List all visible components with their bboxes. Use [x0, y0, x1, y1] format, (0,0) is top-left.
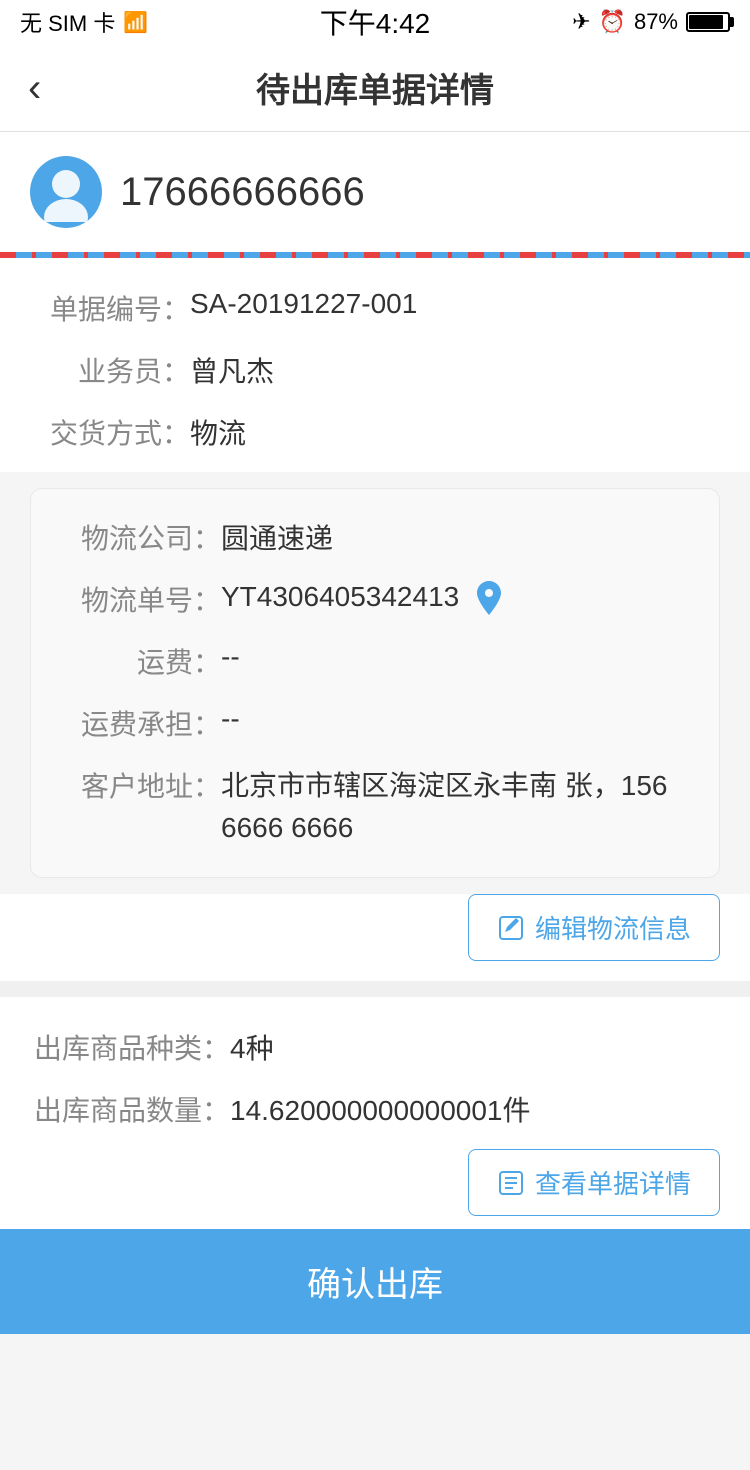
avatar: [30, 156, 102, 228]
goods-types-label: 出库商品种类：: [30, 1027, 230, 1067]
goods-quantity-value: 14.620000000000001件: [230, 1089, 720, 1129]
list-icon: [497, 1169, 525, 1197]
customer-phone: 17666666666: [120, 170, 365, 215]
delivery-value: 物流: [190, 412, 720, 452]
edit-logistics-label: 编辑物流信息: [535, 909, 691, 946]
edit-btn-container: 编辑物流信息: [0, 894, 750, 981]
tracking-number: YT4306405342413: [221, 581, 459, 613]
tracking-row: 物流单号： YT4306405342413: [61, 579, 689, 619]
edit-logistics-button[interactable]: 编辑物流信息: [468, 894, 720, 961]
confirm-btn-text: 确认出库: [307, 1266, 443, 1304]
document-number-value: SA-20191227-001: [190, 288, 720, 320]
document-number-label: 单据编号：: [30, 288, 190, 328]
customer-header: 17666666666: [0, 132, 750, 252]
section-divider: [0, 981, 750, 997]
tracking-value-container: YT4306405342413: [221, 579, 689, 615]
address-value: 北京市市辖区海淀区永丰南 张，156 6666 6666: [221, 765, 689, 849]
carrier-text: 无 SIM 卡: [20, 6, 115, 38]
tracking-label: 物流单号：: [61, 579, 221, 619]
goods-types-value: 4种: [230, 1027, 720, 1067]
page-title: 待出库单据详情: [256, 63, 494, 112]
nav-bar: ‹ 待出库单据详情: [0, 44, 750, 132]
status-left: 无 SIM 卡 📶: [20, 6, 148, 38]
freight-bearer-row: 运费承担： --: [61, 703, 689, 743]
logistics-company-row: 物流公司： 圆通速递: [61, 517, 689, 557]
logistics-company-label: 物流公司：: [61, 517, 221, 557]
salesman-label: 业务员：: [30, 350, 190, 390]
address-label: 客户地址：: [61, 765, 221, 805]
salesman-value: 曾凡杰: [190, 350, 720, 390]
logistics-company-value: 圆通速递: [221, 517, 689, 557]
freight-row: 运费： --: [61, 641, 689, 681]
goods-quantity-row: 出库商品数量： 14.620000000000001件: [30, 1089, 720, 1129]
view-details-button[interactable]: 查看单据详情: [468, 1149, 720, 1216]
freight-value: --: [221, 641, 689, 673]
edit-icon: [497, 914, 525, 942]
salesman-row: 业务员： 曾凡杰: [30, 350, 720, 390]
status-bar: 无 SIM 卡 📶 下午4:42 ✈ ⏰ 87%: [0, 0, 750, 44]
map-pin-icon[interactable]: [471, 579, 507, 615]
location-status-icon: ✈: [572, 9, 590, 35]
goods-quantity-label: 出库商品数量：: [30, 1089, 230, 1129]
logistics-card: 物流公司： 圆通速递 物流单号： YT4306405342413 运费： -- …: [30, 488, 720, 878]
alarm-icon: ⏰: [599, 9, 626, 35]
document-info-section: 单据编号： SA-20191227-001 业务员： 曾凡杰 交货方式： 物流: [0, 258, 750, 472]
battery-percentage: 87%: [634, 9, 678, 35]
goods-types-row: 出库商品种类： 4种: [30, 1027, 720, 1067]
delivery-row: 交货方式： 物流: [30, 412, 720, 452]
view-details-container: 查看单据详情: [0, 1149, 750, 1240]
document-number-row: 单据编号： SA-20191227-001: [30, 288, 720, 328]
freight-bearer-label: 运费承担：: [61, 703, 221, 743]
address-row: 客户地址： 北京市市辖区海淀区永丰南 张，156 6666 6666: [61, 765, 689, 849]
delivery-label: 交货方式：: [30, 412, 190, 452]
status-right: ✈ ⏰ 87%: [572, 9, 730, 35]
view-details-label: 查看单据详情: [535, 1164, 691, 1201]
goods-section: 出库商品种类： 4种 出库商品数量： 14.620000000000001件: [0, 997, 750, 1149]
confirm-btn-container[interactable]: 确认出库: [0, 1229, 750, 1334]
wifi-icon: 📶: [123, 10, 148, 35]
battery-icon: [686, 12, 730, 32]
freight-label: 运费：: [61, 641, 221, 681]
back-button[interactable]: ‹: [28, 68, 41, 108]
freight-bearer-value: --: [221, 703, 689, 735]
status-time: 下午4:42: [320, 2, 431, 42]
